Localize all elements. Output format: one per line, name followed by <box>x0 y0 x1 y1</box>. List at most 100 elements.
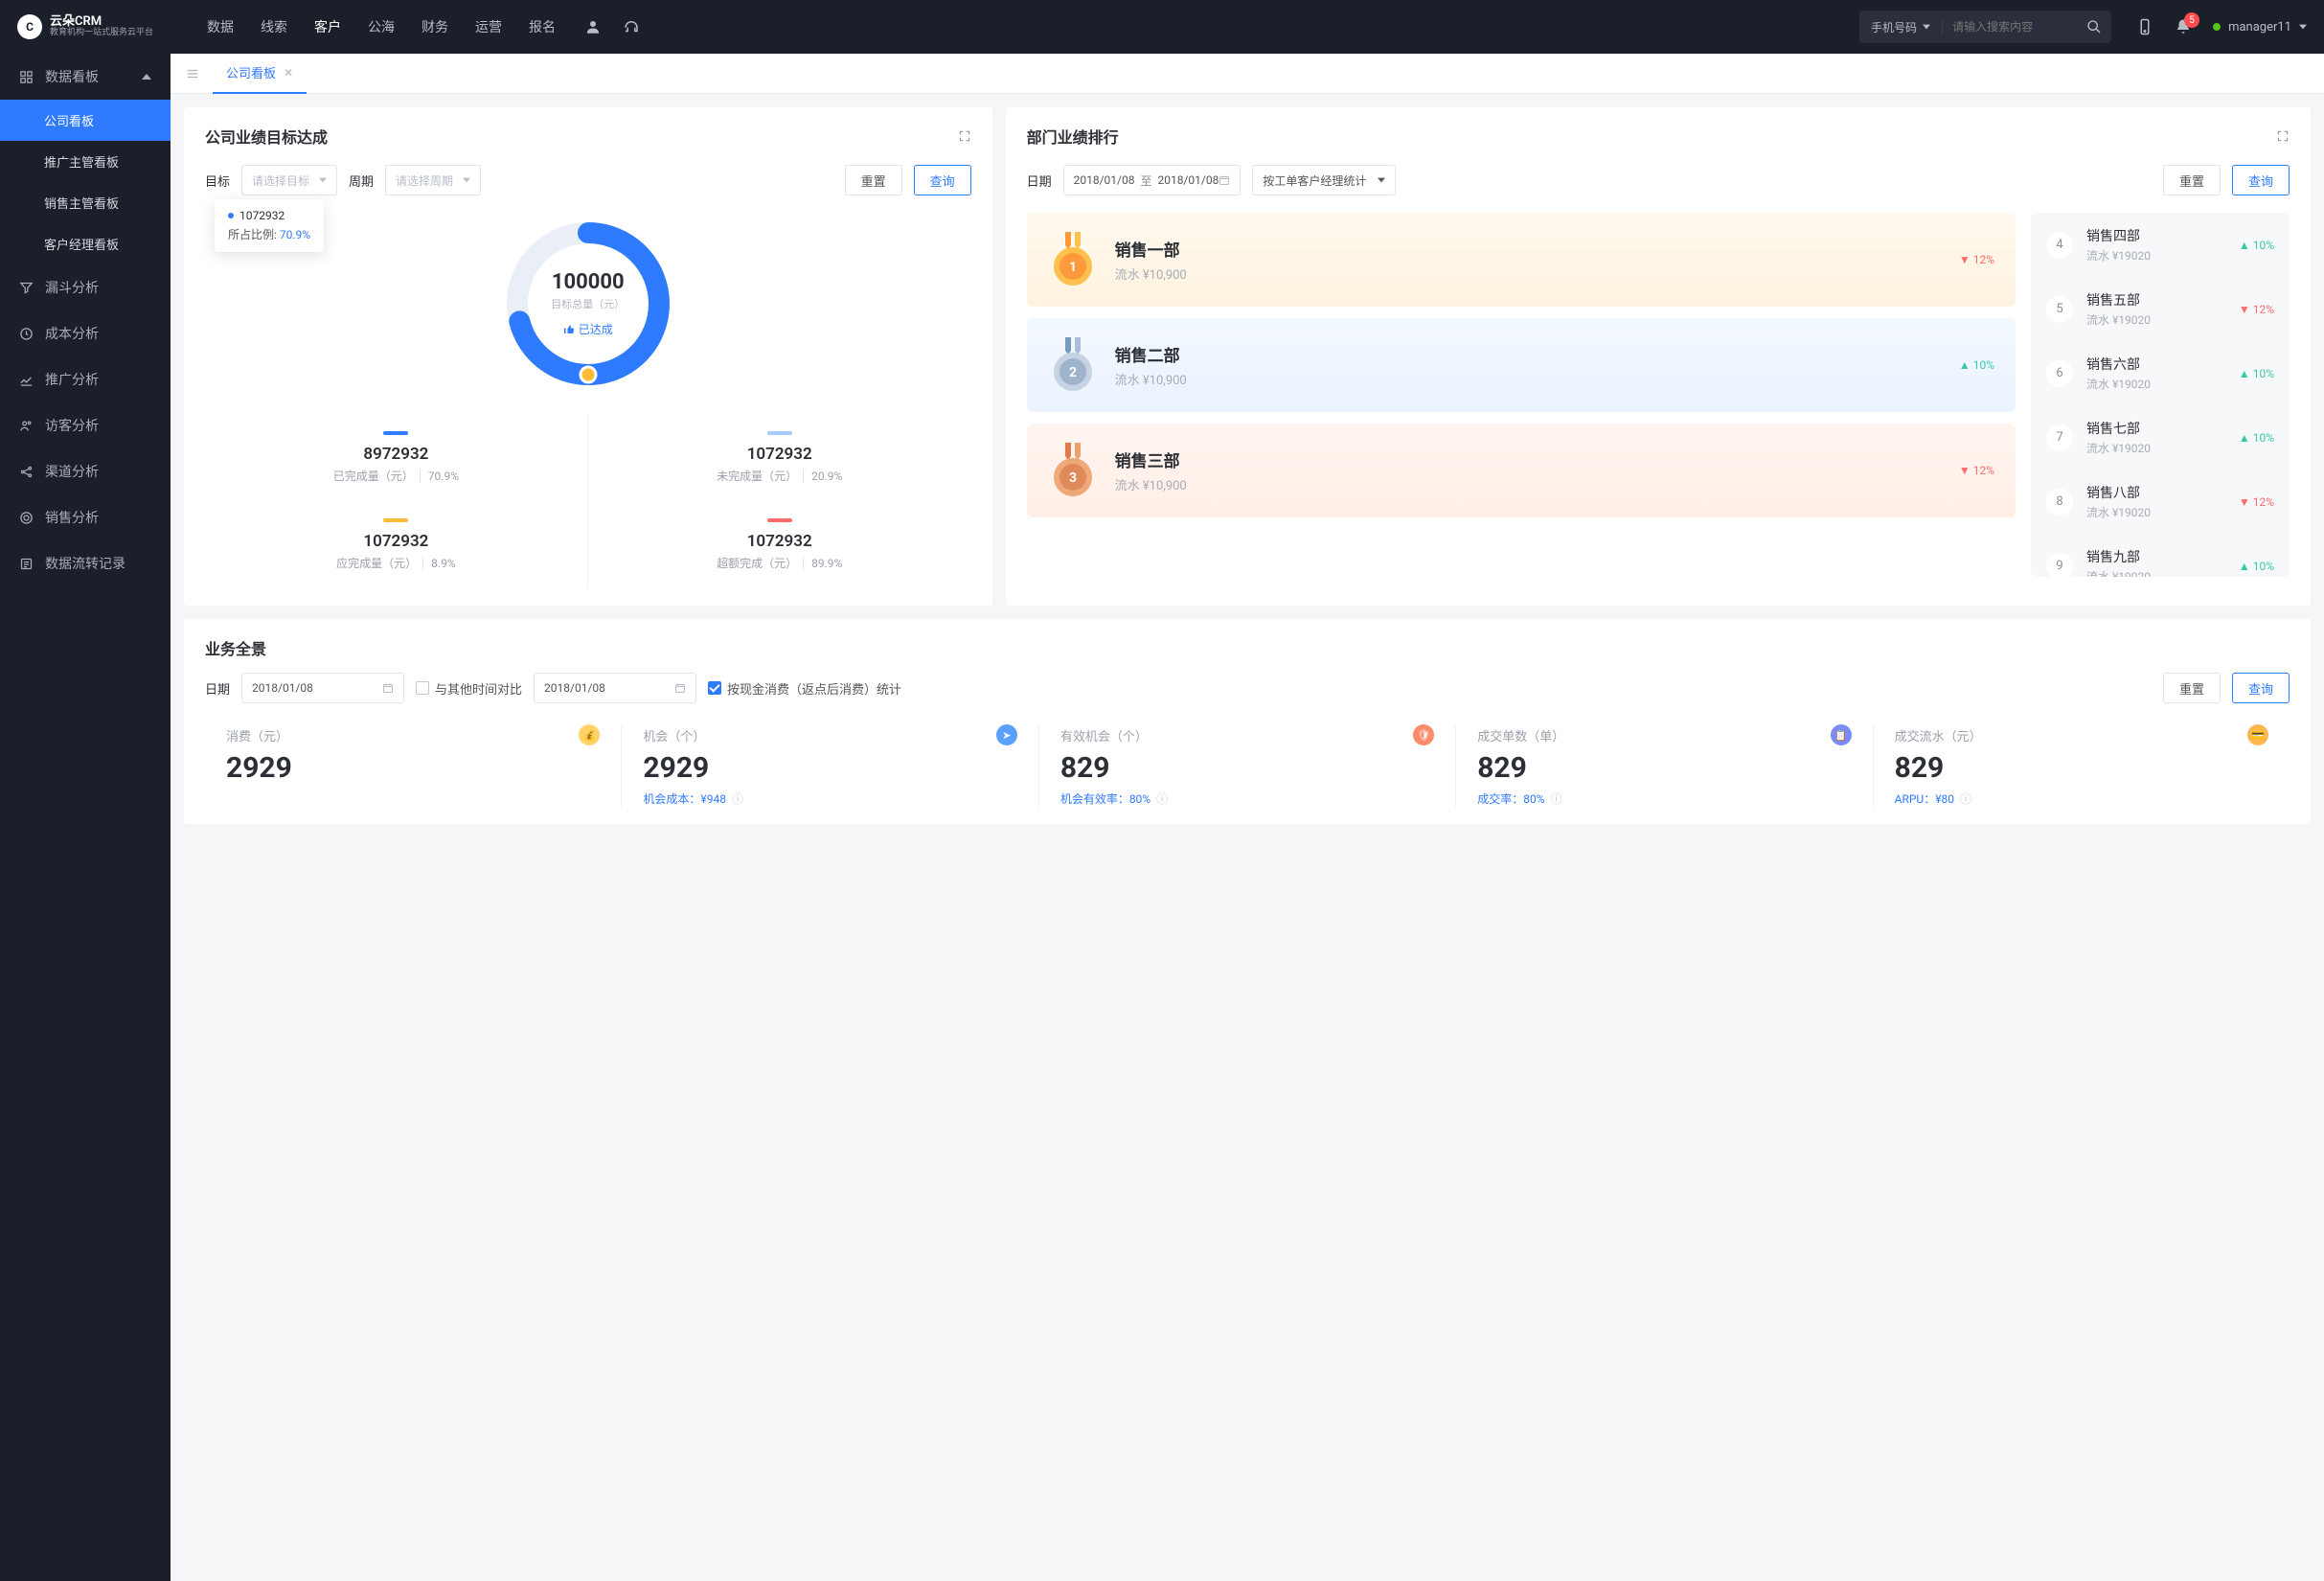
sidebar-item-promo[interactable]: 推广分析 <box>0 356 171 402</box>
history-icon <box>19 557 34 571</box>
search-type-select[interactable]: 手机号码 <box>1859 19 1943 35</box>
sidebar-item-sales-lead[interactable]: 销售主管看板 <box>0 182 171 223</box>
rank-row: 5 销售五部流水 ¥19020 ▼ 12% <box>2031 277 2290 341</box>
share-icon <box>19 465 34 479</box>
metric-card: 机会（个） ➤ 2929 机会成本：¥948ⓘ <box>621 724 1037 807</box>
rank-number: 7 <box>2046 424 2073 451</box>
tabs-menu-button[interactable] <box>176 67 209 80</box>
trend-up-icon: ▲ 10% <box>2239 560 2274 573</box>
sidebar: 数据看板 公司看板 推广主管看板 销售主管看板 客户经理看板 漏斗分析 成本分析… <box>0 54 171 1581</box>
svg-text:1: 1 <box>1069 260 1077 275</box>
metric-card: 消费（元） 💰 2929 <box>205 724 621 807</box>
metric-value: 829 <box>1895 751 2268 785</box>
help-icon[interactable]: ⓘ <box>732 790 743 807</box>
expand-icon[interactable] <box>2276 129 2290 143</box>
select-period[interactable]: 请选择周期 <box>385 165 481 195</box>
nav-finance[interactable]: 财务 <box>422 17 448 36</box>
stat-expected: 1072932 应完成量（元）8.9% <box>205 501 588 588</box>
status-dot <box>2213 23 2221 31</box>
reset-button[interactable]: 重置 <box>845 165 902 195</box>
sidebar-item-flow[interactable]: 数据流转记录 <box>0 540 171 586</box>
sidebar-item-visitor[interactable]: 访客分析 <box>0 402 171 448</box>
metric-value: 2929 <box>226 751 600 785</box>
reset-button[interactable]: 重置 <box>2163 673 2221 703</box>
compare-checkbox[interactable]: 与其他时间对比 <box>416 679 522 698</box>
user-icon[interactable] <box>584 18 602 35</box>
card-title: 部门业绩排行 <box>1027 125 1119 148</box>
card-title: 公司业绩目标达成 <box>205 125 328 148</box>
sidebar-item-channel[interactable]: 渠道分析 <box>0 448 171 494</box>
select-target[interactable]: 请选择目标 <box>241 165 337 195</box>
search-input[interactable] <box>1943 20 2077 34</box>
nav-customers[interactable]: 客户 <box>314 17 341 36</box>
stat-incomplete: 1072932 未完成量（元）20.9% <box>588 414 971 501</box>
rank-list[interactable]: 4 销售四部流水 ¥19020 ▲ 10% 5 销售五部流水 ¥19020 ▼ … <box>2031 213 2290 577</box>
help-icon[interactable]: ⓘ <box>1551 790 1562 807</box>
nav-leads[interactable]: 线索 <box>261 17 287 36</box>
rank-number: 6 <box>2046 360 2073 387</box>
date-range-input[interactable]: 2018/01/08 至 2018/01/08 <box>1063 165 1242 195</box>
metric-icon: 📋 <box>1831 724 1852 745</box>
metric-label: 有效机会（个） <box>1060 726 1148 745</box>
rank-1: 1 销售一部流水 ¥10,900 ▼ 12% <box>1027 213 2016 307</box>
card-ranking: 部门业绩排行 日期 2018/01/08 至 2018/01/08 按工单客户经… <box>1006 107 2311 606</box>
trend-down-icon: ▼ 12% <box>1959 464 1994 477</box>
sidebar-item-cost[interactable]: 成本分析 <box>0 310 171 356</box>
visitor-icon <box>19 419 34 433</box>
calendar-icon <box>382 682 394 694</box>
reset-button[interactable]: 重置 <box>2163 165 2221 195</box>
notif-badge: 5 <box>2184 12 2199 28</box>
compare-date-input[interactable]: 2018/01/08 <box>534 673 696 703</box>
rank-row: 7 销售七部流水 ¥19020 ▲ 10% <box>2031 405 2290 470</box>
search-button[interactable] <box>2077 11 2111 43</box>
mobile-icon[interactable] <box>2136 18 2153 35</box>
metric-label: 消费（元） <box>226 726 288 745</box>
stats-grid: 8972932 已完成量（元）70.9% 1072932 未完成量（元）20.9… <box>205 414 971 588</box>
date-input[interactable]: 2018/01/08 <box>241 673 404 703</box>
chevron-down-icon <box>1923 23 1930 31</box>
help-icon[interactable]: ⓘ <box>1960 790 1971 807</box>
rank-number: 8 <box>2046 489 2073 516</box>
brand-logo[interactable]: C 云朵CRM 教育机构一站式服务云平台 <box>17 14 161 39</box>
rank-row: 4 销售四部流水 ¥19020 ▲ 10% <box>2031 213 2290 277</box>
nav-ops[interactable]: 运营 <box>475 17 502 36</box>
help-icon[interactable]: ⓘ <box>1156 790 1168 807</box>
stat-completed: 8972932 已完成量（元）70.9% <box>205 414 588 501</box>
query-button[interactable]: 查询 <box>2232 165 2290 195</box>
sidebar-item-sales[interactable]: 销售分析 <box>0 494 171 540</box>
nav-signup[interactable]: 报名 <box>529 17 556 36</box>
user-menu[interactable]: manager11 <box>2213 20 2307 34</box>
metric-label: 成交流水（元） <box>1895 726 1982 745</box>
target-icon <box>19 511 34 525</box>
dashboard-icon <box>19 70 34 84</box>
query-button[interactable]: 查询 <box>914 165 971 195</box>
notifications-button[interactable]: 5 <box>2175 18 2192 35</box>
metric-card: 成交流水（元） 💳 829 ARPU：¥80ⓘ <box>1873 724 2290 807</box>
select-mode[interactable]: 按工单客户经理统计 <box>1252 165 1396 195</box>
nav-data[interactable]: 数据 <box>207 17 234 36</box>
chart-tooltip: 1072932 所占比例: 70.9% <box>215 199 324 252</box>
rank-row: 9 销售九部流水 ¥19020 ▲ 10% <box>2031 534 2290 577</box>
query-button[interactable]: 查询 <box>2232 673 2290 703</box>
metrics-row: 消费（元） 💰 2929 机会（个） ➤ 2929 机会成本：¥948ⓘ 有效机… <box>205 724 2290 807</box>
nav-pool[interactable]: 公海 <box>368 17 395 36</box>
chart-icon <box>19 373 34 387</box>
expand-icon[interactable] <box>958 129 971 143</box>
sidebar-item-promo-lead[interactable]: 推广主管看板 <box>0 141 171 182</box>
rank-3: 3 销售三部流水 ¥10,900 ▼ 12% <box>1027 424 2016 517</box>
chevron-down-icon <box>319 176 327 184</box>
sidebar-item-company[interactable]: 公司看板 <box>0 100 171 141</box>
cash-stat-checkbox[interactable]: 按现金消费（返点后消费）统计 <box>708 679 901 698</box>
close-icon[interactable]: ✕ <box>284 66 293 80</box>
sidebar-group-dashboard[interactable]: 数据看板 <box>0 54 171 100</box>
headset-icon[interactable] <box>623 18 640 35</box>
metric-icon: 💳 <box>2247 724 2268 745</box>
menu-icon <box>186 67 199 80</box>
sidebar-item-manager[interactable]: 客户经理看板 <box>0 223 171 264</box>
trend-down-icon: ▼ 12% <box>1959 253 1994 266</box>
tab-company-board[interactable]: 公司看板 ✕ <box>213 54 307 94</box>
calendar-icon <box>1219 174 1230 186</box>
calendar-icon <box>674 682 686 694</box>
sidebar-item-funnel[interactable]: 漏斗分析 <box>0 264 171 310</box>
status-badge: 已达成 <box>563 321 613 337</box>
